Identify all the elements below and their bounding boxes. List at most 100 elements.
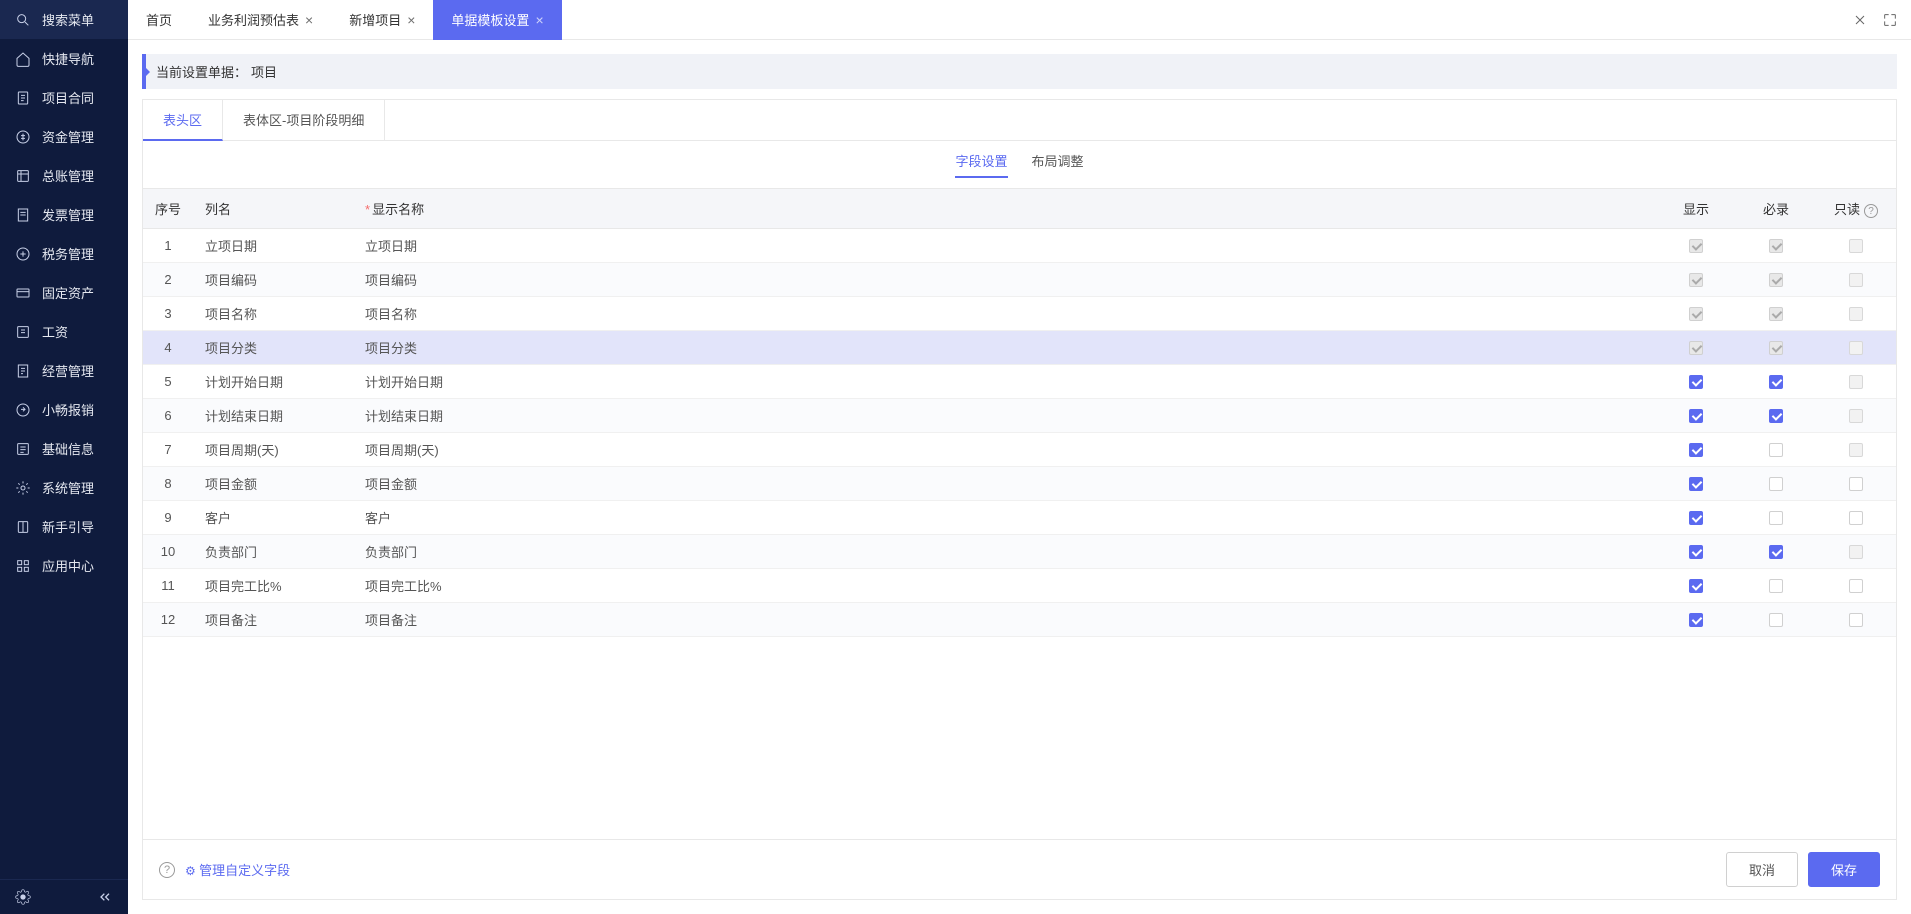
cell-display-name[interactable]: 立项日期 — [353, 229, 1656, 263]
search-icon — [14, 11, 32, 29]
readonly-checkbox — [1849, 545, 1863, 559]
required-checkbox[interactable] — [1769, 511, 1783, 525]
collapse-icon[interactable] — [96, 888, 114, 906]
close-icon[interactable]: × — [407, 12, 415, 28]
th-show: 显示 — [1656, 189, 1736, 229]
readonly-checkbox[interactable] — [1849, 477, 1863, 491]
page-title-bar: 当前设置单据： 项目 — [142, 54, 1897, 89]
section-tab[interactable]: 表体区-项目阶段明细 — [223, 100, 385, 140]
readonly-checkbox — [1849, 239, 1863, 253]
sidebar-item-money[interactable]: 资金管理 — [0, 117, 128, 156]
show-checkbox[interactable] — [1689, 511, 1703, 525]
sidebar-item-doc[interactable]: 项目合同 — [0, 78, 128, 117]
sidebar-item-guide[interactable]: 新手引导 — [0, 507, 128, 546]
cell-readonly — [1816, 603, 1896, 637]
cell-display-name[interactable]: 计划结束日期 — [353, 399, 1656, 433]
sidebar-item-ledger[interactable]: 总账管理 — [0, 156, 128, 195]
table-row[interactable]: 10负责部门负责部门 — [143, 535, 1896, 569]
required-checkbox[interactable] — [1769, 579, 1783, 593]
show-checkbox[interactable] — [1689, 443, 1703, 457]
table-row[interactable]: 12项目备注项目备注 — [143, 603, 1896, 637]
cell-display-name[interactable]: 项目编码 — [353, 263, 1656, 297]
help-icon[interactable]: ? — [159, 862, 175, 878]
save-button[interactable]: 保存 — [1808, 852, 1880, 887]
table-row[interactable]: 3项目名称项目名称 — [143, 297, 1896, 331]
tbody: 1立项日期立项日期2项目编码项目编码3项目名称项目名称4项目分类项目分类5计划开… — [143, 229, 1896, 637]
cancel-button[interactable]: 取消 — [1726, 852, 1798, 887]
table-row[interactable]: 6计划结束日期计划结束日期 — [143, 399, 1896, 433]
table-row[interactable]: 8项目金额项目金额 — [143, 467, 1896, 501]
required-checkbox[interactable] — [1769, 375, 1783, 389]
cell-display-name[interactable]: 负责部门 — [353, 535, 1656, 569]
table-row[interactable]: 9客户客户 — [143, 501, 1896, 535]
required-checkbox[interactable] — [1769, 443, 1783, 457]
sidebar-item-reimburse[interactable]: 小畅报销 — [0, 390, 128, 429]
cell-display-name[interactable]: 计划开始日期 — [353, 365, 1656, 399]
cell-display-name[interactable]: 项目备注 — [353, 603, 1656, 637]
table-row[interactable]: 1立项日期立项日期 — [143, 229, 1896, 263]
sidebar-nav: 搜索菜单快捷导航项目合同资金管理总账管理发票管理税务管理固定资产工资经营管理小畅… — [0, 0, 128, 879]
sidebar-item-biz[interactable]: 经营管理 — [0, 351, 128, 390]
required-checkbox — [1769, 239, 1783, 253]
cell-display-name[interactable]: 项目金额 — [353, 467, 1656, 501]
manage-custom-fields-link[interactable]: 管理自定义字段 — [185, 860, 290, 879]
readonly-checkbox[interactable] — [1849, 511, 1863, 525]
gear-icon[interactable] — [14, 888, 32, 906]
readonly-checkbox[interactable] — [1849, 613, 1863, 627]
th-display-name: *显示名称 — [353, 189, 1656, 229]
sidebar-item-info[interactable]: 基础信息 — [0, 429, 128, 468]
sidebar-item-asset[interactable]: 固定资产 — [0, 273, 128, 312]
fullscreen-icon[interactable] — [1879, 9, 1901, 31]
show-checkbox[interactable] — [1689, 375, 1703, 389]
show-checkbox[interactable] — [1689, 579, 1703, 593]
table-row[interactable]: 11项目完工比%项目完工比% — [143, 569, 1896, 603]
close-icon[interactable]: × — [305, 12, 313, 28]
cell-display-name[interactable]: 项目名称 — [353, 297, 1656, 331]
cell-show — [1656, 433, 1736, 467]
sidebar-item-label: 系统管理 — [42, 478, 94, 497]
tab[interactable]: 首页 — [128, 0, 190, 40]
page-title-value: 项目 — [251, 62, 277, 81]
required-checkbox[interactable] — [1769, 409, 1783, 423]
show-checkbox[interactable] — [1689, 409, 1703, 423]
cell-seq: 6 — [143, 399, 193, 433]
sidebar-item-apps[interactable]: 应用中心 — [0, 546, 128, 585]
tab[interactable]: 单据模板设置× — [433, 0, 561, 40]
table-row[interactable]: 4项目分类项目分类 — [143, 331, 1896, 365]
tab[interactable]: 业务利润预估表× — [190, 0, 331, 40]
show-checkbox[interactable] — [1689, 477, 1703, 491]
cell-display-name[interactable]: 客户 — [353, 501, 1656, 535]
cell-display-name[interactable]: 项目周期(天) — [353, 433, 1656, 467]
sidebar-item-tax[interactable]: 税务管理 — [0, 234, 128, 273]
tab[interactable]: 新增项目× — [331, 0, 433, 40]
show-checkbox[interactable] — [1689, 613, 1703, 627]
sidebar-item-label: 小畅报销 — [42, 400, 94, 419]
readonly-checkbox — [1849, 375, 1863, 389]
sub-tab[interactable]: 布局调整 — [1032, 151, 1084, 178]
sidebar-item-search[interactable]: 搜索菜单 — [0, 0, 128, 39]
cell-display-name[interactable]: 项目完工比% — [353, 569, 1656, 603]
table-row[interactable]: 2项目编码项目编码 — [143, 263, 1896, 297]
cell-required — [1736, 433, 1816, 467]
readonly-checkbox[interactable] — [1849, 579, 1863, 593]
sub-tab[interactable]: 字段设置 — [955, 151, 1007, 178]
sidebar-item-system[interactable]: 系统管理 — [0, 468, 128, 507]
table-row[interactable]: 7项目周期(天)项目周期(天) — [143, 433, 1896, 467]
cell-display-name[interactable]: 项目分类 — [353, 331, 1656, 365]
cell-show — [1656, 331, 1736, 365]
sidebar-item-invoice[interactable]: 发票管理 — [0, 195, 128, 234]
salary-icon — [14, 323, 32, 341]
help-icon[interactable]: ? — [1864, 204, 1878, 218]
close-all-icon[interactable] — [1849, 9, 1871, 31]
required-checkbox[interactable] — [1769, 477, 1783, 491]
close-icon[interactable]: × — [535, 12, 543, 28]
required-checkbox[interactable] — [1769, 613, 1783, 627]
cell-show — [1656, 297, 1736, 331]
sidebar-item-salary[interactable]: 工资 — [0, 312, 128, 351]
cell-required — [1736, 297, 1816, 331]
table-row[interactable]: 5计划开始日期计划开始日期 — [143, 365, 1896, 399]
sidebar-item-home[interactable]: 快捷导航 — [0, 39, 128, 78]
show-checkbox[interactable] — [1689, 545, 1703, 559]
required-checkbox[interactable] — [1769, 545, 1783, 559]
section-tab[interactable]: 表头区 — [143, 100, 223, 141]
